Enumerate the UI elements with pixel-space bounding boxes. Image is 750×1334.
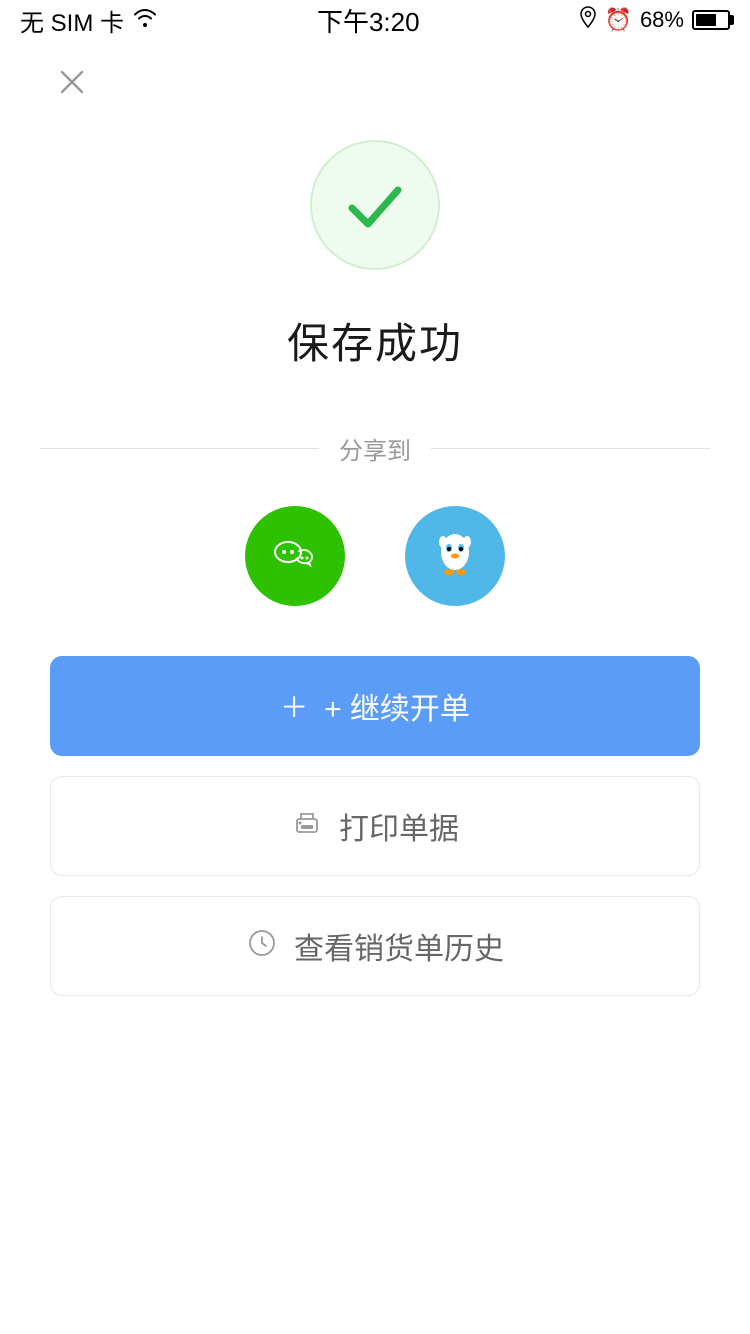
close-button[interactable]	[50, 60, 94, 104]
location-icon	[579, 6, 597, 34]
status-time: 下午3:20	[317, 2, 420, 39]
share-section: 分享到	[0, 431, 750, 606]
share-divider: 分享到	[40, 431, 710, 466]
history-button[interactable]: 查看销货单历史	[50, 896, 700, 996]
share-label: 分享到	[339, 431, 411, 466]
main-content: 保存成功 分享到	[0, 40, 750, 996]
battery-icon	[692, 10, 730, 30]
print-button[interactable]: 打印单据	[50, 776, 700, 876]
sim-status: 无 SIM 卡	[20, 3, 124, 38]
continue-label: + 继续开单	[324, 684, 470, 728]
status-bar: 无 SIM 卡 下午3:20 ⏰ 68%	[0, 0, 750, 40]
qq-icon	[425, 526, 485, 586]
print-label: 打印单据	[339, 804, 459, 848]
share-icons	[40, 506, 710, 606]
history-label: 查看销货单历史	[294, 924, 504, 968]
continue-button[interactable]: ＋ + 继续开单	[50, 656, 700, 756]
qq-share-button[interactable]	[405, 506, 505, 606]
checkmark-icon	[340, 170, 410, 240]
history-icon	[246, 927, 278, 966]
alarm-icon: ⏰	[605, 7, 632, 33]
success-circle	[310, 140, 440, 270]
wechat-share-button[interactable]	[245, 506, 345, 606]
battery-percentage: 68%	[640, 7, 684, 33]
wechat-icon	[267, 528, 323, 584]
status-left: 无 SIM 卡	[20, 3, 158, 38]
wifi-icon	[132, 6, 158, 34]
plus-icon: ＋	[280, 686, 308, 726]
actions-section: ＋ + 继续开单 打印单据 查看销货单历	[0, 656, 750, 996]
print-icon	[291, 807, 323, 846]
success-title: 保存成功	[287, 310, 463, 371]
status-right: ⏰ 68%	[579, 6, 730, 34]
